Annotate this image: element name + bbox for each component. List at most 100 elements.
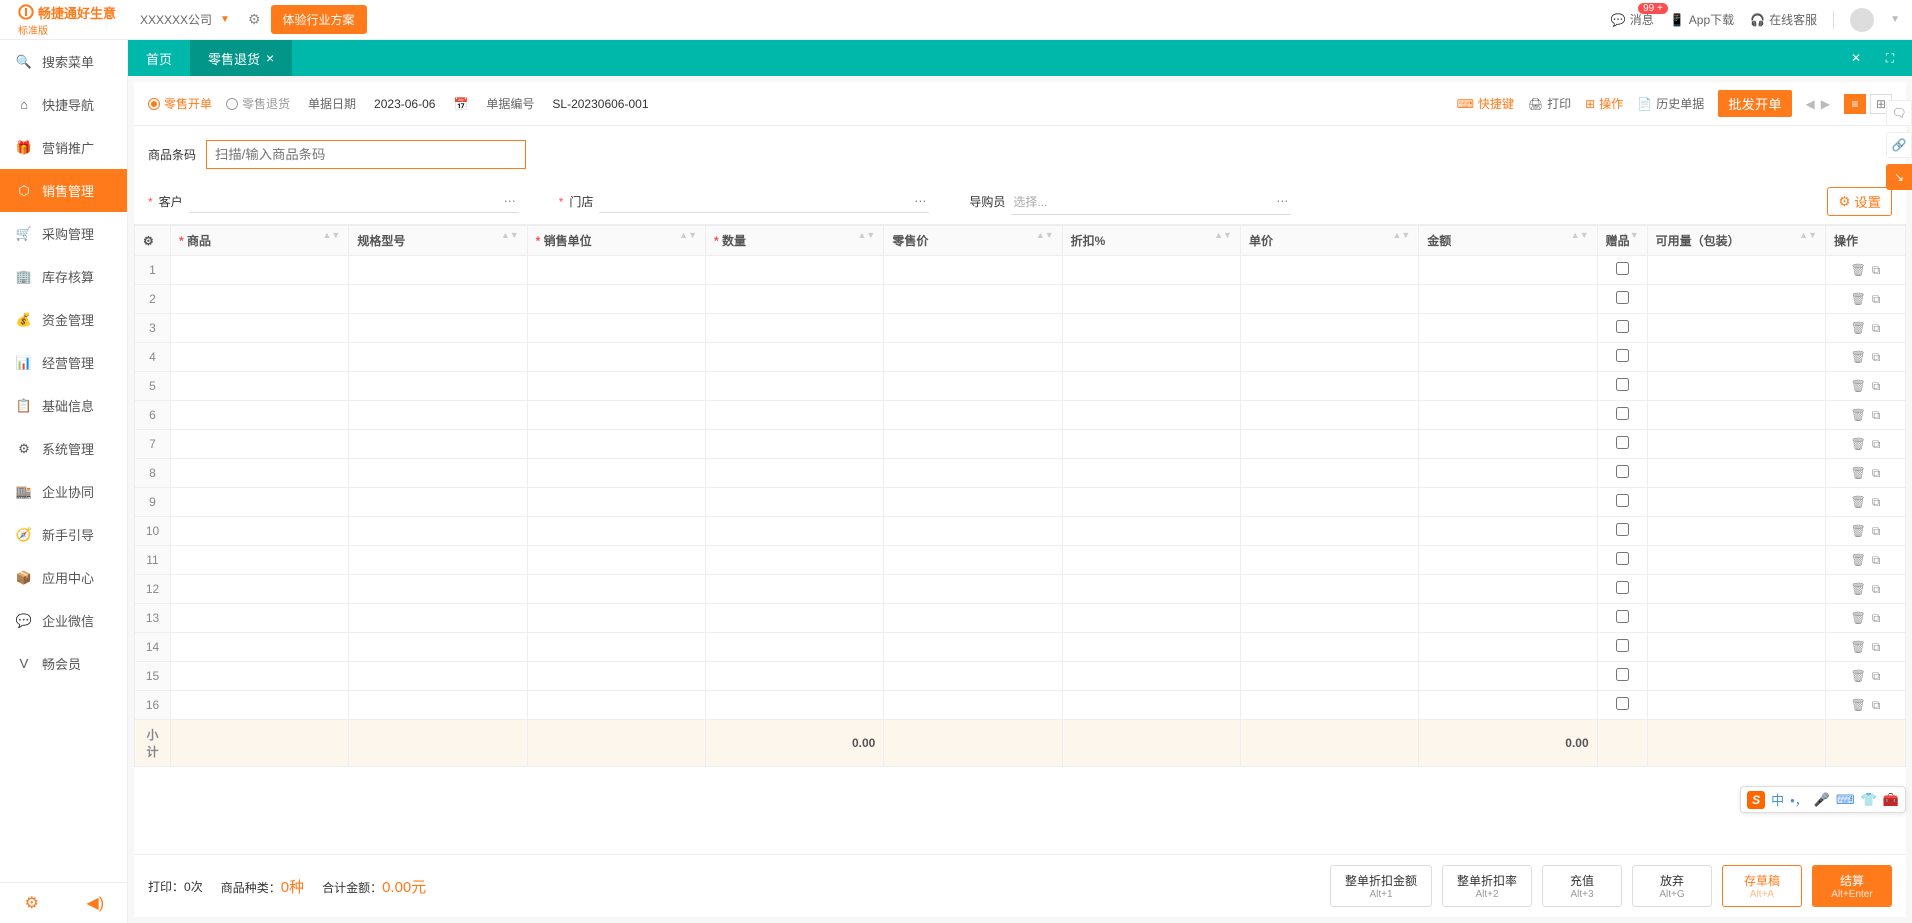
col-header-4[interactable]: ▲▼零售价 (884, 226, 1062, 256)
customer-service-link[interactable]: 🎧 在线客服 (1750, 11, 1817, 28)
chevron-down-icon[interactable]: ▼ (1890, 14, 1900, 25)
cell[interactable] (1647, 517, 1825, 546)
cell[interactable] (171, 314, 349, 343)
cell[interactable] (1062, 459, 1240, 488)
table-row[interactable]: 7🗑⧉ (135, 430, 1906, 459)
cell[interactable] (527, 256, 705, 285)
gift-checkbox[interactable] (1616, 291, 1629, 304)
cell[interactable] (1062, 430, 1240, 459)
cell[interactable] (1062, 285, 1240, 314)
cell[interactable] (1062, 546, 1240, 575)
cell[interactable] (349, 401, 527, 430)
cell[interactable] (884, 517, 1062, 546)
cell[interactable] (884, 575, 1062, 604)
cell[interactable] (349, 430, 527, 459)
gift-checkbox[interactable] (1616, 494, 1629, 507)
cell[interactable] (1647, 546, 1825, 575)
table-row[interactable]: 6🗑⧉ (135, 401, 1906, 430)
cell[interactable] (705, 343, 883, 372)
avatar[interactable] (1850, 8, 1874, 32)
settings-button[interactable]: ⚙ 设置 (1827, 187, 1892, 216)
cell[interactable] (884, 285, 1062, 314)
delete-icon[interactable]: 🗑 (1851, 437, 1866, 451)
cell[interactable] (527, 691, 705, 720)
cell[interactable] (1647, 372, 1825, 401)
cell[interactable] (171, 285, 349, 314)
copy-icon[interactable]: ⧉ (1872, 698, 1881, 713)
company-select[interactable]: XXXXXX公司 ▼ (140, 11, 230, 28)
date-value[interactable]: 2023-06-06 (374, 97, 435, 111)
gift-checkbox[interactable] (1616, 436, 1629, 449)
next-record-icon[interactable]: ▶ (1821, 97, 1830, 111)
cell[interactable] (1419, 691, 1597, 720)
experience-button[interactable]: 体验行业方案 (271, 5, 367, 34)
cell[interactable] (705, 256, 883, 285)
batch-open-button[interactable]: 批发开单 (1718, 90, 1791, 117)
cell[interactable] (1240, 372, 1418, 401)
cell[interactable] (349, 256, 527, 285)
gift-cell[interactable] (1597, 546, 1647, 575)
gift-cell[interactable] (1597, 401, 1647, 430)
tab-home[interactable]: 首页 (128, 40, 190, 76)
gift-checkbox[interactable] (1616, 523, 1629, 536)
cell[interactable] (705, 546, 883, 575)
cell[interactable] (1647, 285, 1825, 314)
cell[interactable] (171, 430, 349, 459)
gift-cell[interactable] (1597, 285, 1647, 314)
cell[interactable] (1419, 517, 1597, 546)
table-row[interactable]: 12🗑⧉ (135, 575, 1906, 604)
cell[interactable] (1647, 314, 1825, 343)
cell[interactable] (527, 285, 705, 314)
cell[interactable] (1240, 575, 1418, 604)
gift-checkbox[interactable] (1616, 465, 1629, 478)
cell[interactable] (349, 285, 527, 314)
cell[interactable] (171, 459, 349, 488)
ime-mic-icon[interactable]: 🎤 (1814, 792, 1830, 808)
cell[interactable] (527, 575, 705, 604)
cell[interactable] (1419, 343, 1597, 372)
delete-icon[interactable]: 🗑 (1851, 408, 1866, 422)
prev-record-icon[interactable]: ◀ (1806, 97, 1815, 111)
delete-icon[interactable]: 🗑 (1851, 495, 1866, 509)
cell[interactable] (884, 459, 1062, 488)
copy-icon[interactable]: ⧉ (1872, 408, 1881, 423)
cell[interactable] (527, 430, 705, 459)
ops-link[interactable]: ⊞ 操作 (1585, 95, 1623, 112)
dock-attach-icon[interactable]: 🔗 (1886, 132, 1912, 158)
delete-icon[interactable]: 🗑 (1851, 698, 1866, 712)
guide-input[interactable]: 选择...⋯ (1011, 189, 1291, 215)
store-input[interactable]: ⋯ (599, 190, 929, 213)
col-header-3[interactable]: ▲▼* 数量 (705, 226, 883, 256)
cell[interactable] (1419, 430, 1597, 459)
table-wrap[interactable]: ⚙▲▼* 商品▲▼规格型号▲▼* 销售单位▲▼* 数量▲▼零售价▲▼折扣%▲▼单… (134, 224, 1906, 854)
radio-retail-open[interactable]: 零售开单 (148, 95, 212, 112)
sidebar-item-8[interactable]: 📋基础信息 (0, 384, 127, 427)
cell[interactable] (171, 546, 349, 575)
cell[interactable] (527, 314, 705, 343)
cell[interactable] (1647, 633, 1825, 662)
gift-checkbox[interactable] (1616, 668, 1629, 681)
cell[interactable] (1240, 285, 1418, 314)
delete-icon[interactable]: 🗑 (1851, 379, 1866, 393)
cell[interactable] (705, 314, 883, 343)
dock-note-icon[interactable]: 🗨 (1886, 100, 1912, 126)
gift-cell[interactable] (1597, 575, 1647, 604)
cell[interactable] (527, 662, 705, 691)
footer-btn-1[interactable]: 整单折扣率Alt+2 (1442, 865, 1532, 907)
cell[interactable] (884, 430, 1062, 459)
table-row[interactable]: 9🗑⧉ (135, 488, 1906, 517)
cell[interactable] (1062, 662, 1240, 691)
cell[interactable] (1240, 633, 1418, 662)
cell[interactable] (171, 575, 349, 604)
cell[interactable] (1647, 691, 1825, 720)
cell[interactable] (1062, 633, 1240, 662)
tab-retail-return[interactable]: 零售退货 × (190, 40, 292, 76)
cell[interactable] (349, 575, 527, 604)
delete-icon[interactable]: 🗑 (1851, 524, 1866, 538)
delete-icon[interactable]: 🗑 (1851, 582, 1866, 596)
gift-checkbox[interactable] (1616, 320, 1629, 333)
dock-expand-icon[interactable]: ↘ (1886, 164, 1912, 190)
cell[interactable] (1419, 662, 1597, 691)
cell[interactable] (171, 343, 349, 372)
cell[interactable] (705, 488, 883, 517)
